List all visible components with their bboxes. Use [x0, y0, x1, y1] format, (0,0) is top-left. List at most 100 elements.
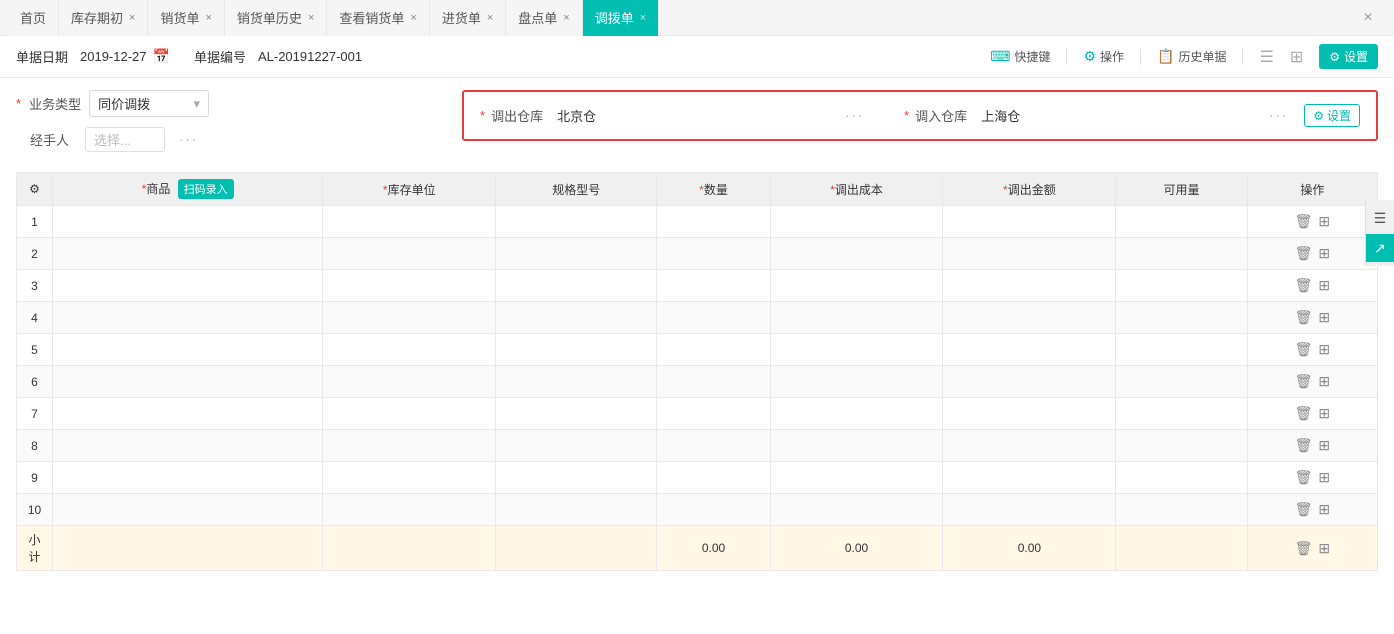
calendar-icon[interactable]: 📅 — [153, 48, 170, 65]
row-spec[interactable] — [496, 302, 657, 334]
row-qty[interactable] — [657, 494, 770, 526]
row-cost[interactable]: 0.00 — [770, 526, 943, 571]
row-available[interactable] — [1116, 430, 1247, 462]
row-product[interactable] — [53, 270, 323, 302]
row-product[interactable] — [53, 334, 323, 366]
tab-close-sales-order[interactable]: × — [205, 12, 211, 24]
delete-row-icon[interactable]: 🗑 — [1295, 341, 1313, 358]
row-product[interactable] — [53, 494, 323, 526]
row-product[interactable] — [53, 366, 323, 398]
row-qty[interactable] — [657, 430, 770, 462]
row-qty[interactable] — [657, 206, 770, 238]
person-select[interactable]: 选择... — [85, 127, 165, 152]
tab-inventory-init[interactable]: 库存期初 × — [59, 0, 148, 36]
col-settings[interactable]: ⚙ — [17, 173, 53, 206]
right-tool-export-icon[interactable]: ↗ — [1366, 234, 1394, 262]
row-spec[interactable] — [496, 526, 657, 571]
row-available[interactable] — [1116, 334, 1247, 366]
row-unit[interactable] — [323, 526, 496, 571]
history-link[interactable]: 📋 历史单据 — [1157, 48, 1226, 65]
tab-transfer[interactable]: 调拨单 × — [583, 0, 659, 36]
operation-link[interactable]: ⚙ 操作 — [1083, 48, 1124, 65]
row-spec[interactable] — [496, 238, 657, 270]
tab-view-sales[interactable]: 查看销货单 × — [327, 0, 429, 36]
row-amount[interactable] — [943, 462, 1116, 494]
row-qty[interactable]: 0.00 — [657, 526, 770, 571]
row-qty[interactable] — [657, 462, 770, 494]
row-unit[interactable] — [323, 334, 496, 366]
row-unit[interactable] — [323, 430, 496, 462]
delete-row-icon[interactable]: 🗑 — [1295, 405, 1313, 422]
copy-row-icon[interactable]: ⊞ — [1318, 540, 1330, 557]
row-qty[interactable] — [657, 270, 770, 302]
row-product[interactable] — [53, 398, 323, 430]
tab-close-purchase-order[interactable]: × — [487, 12, 493, 24]
row-available[interactable] — [1116, 238, 1247, 270]
row-product[interactable] — [53, 462, 323, 494]
window-close-button[interactable]: × — [1350, 0, 1386, 36]
copy-row-icon[interactable]: ⊞ — [1318, 469, 1330, 486]
row-spec[interactable] — [496, 334, 657, 366]
row-available[interactable] — [1116, 366, 1247, 398]
row-amount[interactable] — [943, 398, 1116, 430]
row-available[interactable] — [1116, 398, 1247, 430]
row-unit[interactable] — [323, 302, 496, 334]
row-unit[interactable] — [323, 270, 496, 302]
transfer-in-value[interactable]: 上海仓 — [981, 106, 1020, 125]
row-qty[interactable] — [657, 366, 770, 398]
row-spec[interactable] — [496, 398, 657, 430]
row-product[interactable] — [53, 302, 323, 334]
row-cost[interactable] — [770, 430, 943, 462]
transfer-out-more-icon[interactable]: ··· — [845, 108, 864, 123]
layout-icon1[interactable]: ☰ — [1259, 47, 1273, 67]
person-more-icon[interactable]: ··· — [179, 132, 198, 147]
row-unit[interactable] — [323, 366, 496, 398]
row-available[interactable] — [1116, 462, 1247, 494]
transfer-in-more-icon[interactable]: ··· — [1269, 108, 1288, 123]
row-cost[interactable] — [770, 206, 943, 238]
row-product[interactable] — [53, 238, 323, 270]
layout-icon2[interactable]: ⊞ — [1290, 47, 1303, 67]
row-cost[interactable] — [770, 494, 943, 526]
row-amount[interactable] — [943, 270, 1116, 302]
shortcut-link[interactable]: ⌨ 快捷键 — [990, 48, 1050, 65]
row-amount[interactable] — [943, 334, 1116, 366]
delete-row-icon[interactable]: 🗑 — [1295, 213, 1313, 230]
right-tool-list-icon[interactable]: ☰ — [1366, 204, 1394, 232]
delete-row-icon[interactable]: 🗑 — [1295, 437, 1313, 454]
row-unit[interactable] — [323, 494, 496, 526]
delete-row-icon[interactable]: 🗑 — [1295, 373, 1313, 390]
row-unit[interactable] — [323, 398, 496, 430]
copy-row-icon[interactable]: ⊞ — [1318, 405, 1330, 422]
delete-row-icon[interactable]: 🗑 — [1295, 245, 1313, 262]
tab-stocktake[interactable]: 盘点单 × — [506, 0, 582, 36]
transfer-settings-button[interactable]: ⚙ 设置 — [1304, 104, 1360, 127]
row-unit[interactable] — [323, 238, 496, 270]
row-qty[interactable] — [657, 238, 770, 270]
row-amount[interactable] — [943, 238, 1116, 270]
row-available[interactable] — [1116, 270, 1247, 302]
scan-entry-button[interactable]: 扫码录入 — [178, 179, 234, 199]
copy-row-icon[interactable]: ⊞ — [1318, 277, 1330, 294]
row-cost[interactable] — [770, 398, 943, 430]
row-unit[interactable] — [323, 462, 496, 494]
tab-sales-order[interactable]: 销货单 × — [148, 0, 224, 36]
delete-row-icon[interactable]: 🗑 — [1295, 540, 1313, 557]
copy-row-icon[interactable]: ⊞ — [1318, 341, 1330, 358]
row-spec[interactable] — [496, 494, 657, 526]
row-qty[interactable] — [657, 398, 770, 430]
tab-sales-history[interactable]: 销货单历史 × — [225, 0, 327, 36]
delete-row-icon[interactable]: 🗑 — [1295, 277, 1313, 294]
delete-row-icon[interactable]: 🗑 — [1295, 309, 1313, 326]
row-product[interactable] — [53, 430, 323, 462]
row-cost[interactable] — [770, 366, 943, 398]
row-amount[interactable] — [943, 366, 1116, 398]
copy-row-icon[interactable]: ⊞ — [1318, 437, 1330, 454]
row-spec[interactable] — [496, 366, 657, 398]
delete-row-icon[interactable]: 🗑 — [1295, 501, 1313, 518]
row-amount[interactable] — [943, 206, 1116, 238]
copy-row-icon[interactable]: ⊞ — [1318, 309, 1330, 326]
row-spec[interactable] — [496, 430, 657, 462]
copy-row-icon[interactable]: ⊞ — [1318, 213, 1330, 230]
copy-row-icon[interactable]: ⊞ — [1318, 245, 1330, 262]
